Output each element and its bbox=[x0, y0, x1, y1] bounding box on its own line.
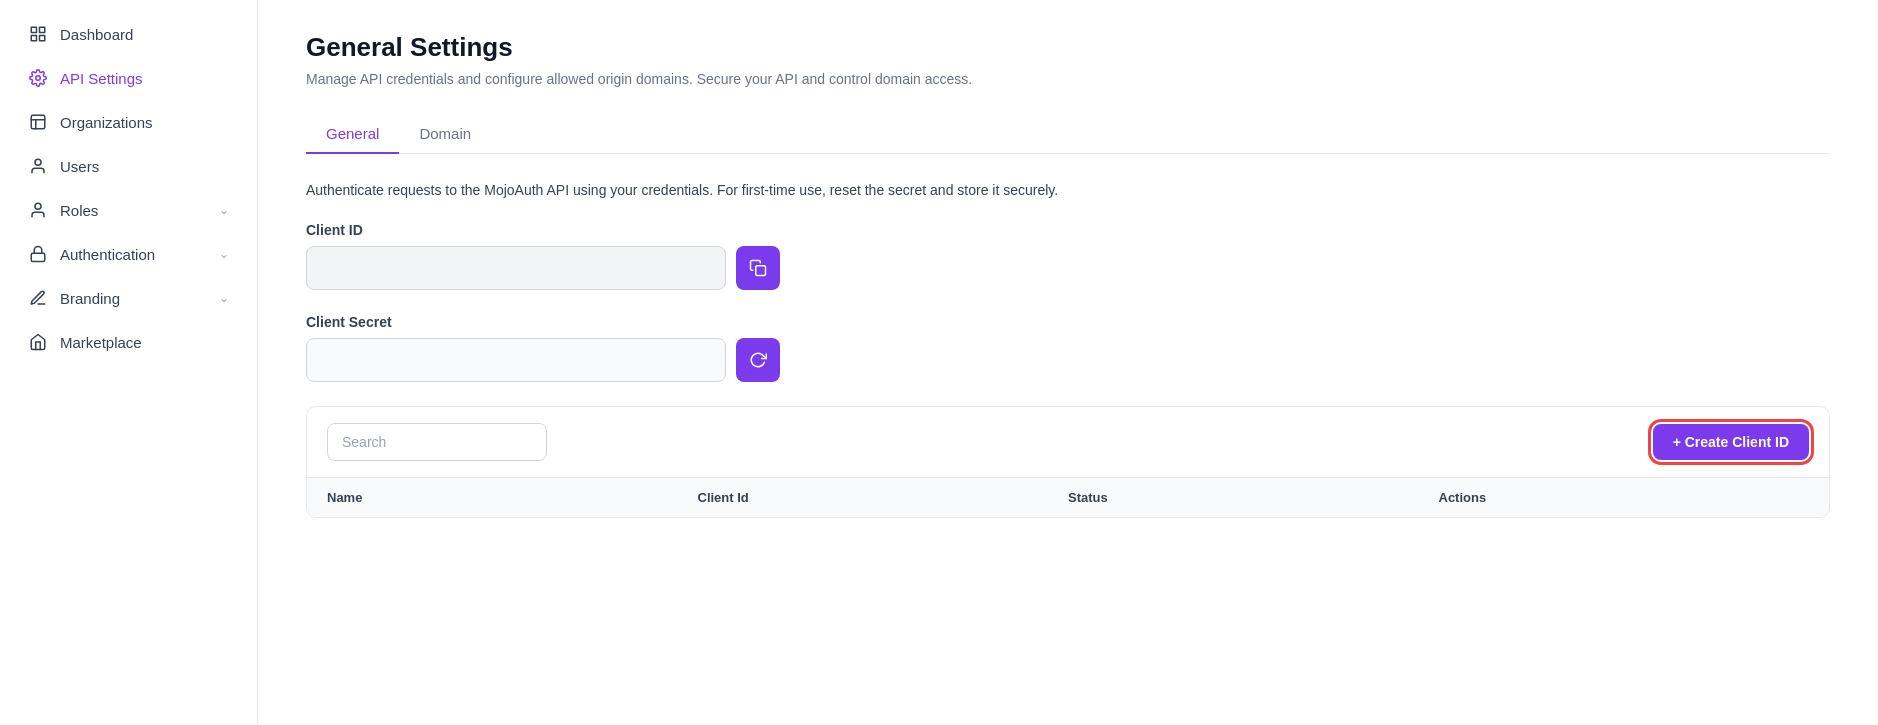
svg-rect-1 bbox=[40, 27, 45, 32]
building-icon bbox=[28, 112, 48, 132]
reset-client-secret-button[interactable] bbox=[736, 338, 780, 382]
gear-icon bbox=[28, 68, 48, 88]
sidebar-item-label: Organizations bbox=[60, 114, 153, 131]
chevron-down-icon: ⌄ bbox=[219, 203, 229, 217]
svg-rect-8 bbox=[31, 253, 45, 261]
table-col-status: Status bbox=[1068, 490, 1439, 505]
svg-point-7 bbox=[35, 203, 41, 209]
svg-rect-3 bbox=[40, 36, 45, 41]
tabs: General Domain bbox=[306, 115, 1830, 154]
sidebar-item-authentication[interactable]: Authentication ⌄ bbox=[8, 232, 249, 276]
chevron-down-icon: ⌄ bbox=[219, 291, 229, 305]
sidebar-item-branding[interactable]: Branding ⌄ bbox=[8, 276, 249, 320]
client-id-row bbox=[306, 246, 1830, 290]
svg-rect-2 bbox=[31, 36, 36, 41]
client-id-input[interactable] bbox=[306, 246, 726, 290]
sidebar-item-label: Branding bbox=[60, 290, 120, 307]
client-id-label: Client ID bbox=[306, 222, 1830, 238]
section-description: Authenticate requests to the MojoAuth AP… bbox=[306, 182, 1830, 198]
table-col-client-id: Client Id bbox=[698, 490, 1069, 505]
refresh-icon bbox=[749, 351, 767, 369]
sidebar-item-roles[interactable]: Roles ⌄ bbox=[8, 188, 249, 232]
client-secret-input[interactable]: ********************************** bbox=[306, 338, 726, 382]
table-col-name: Name bbox=[327, 490, 698, 505]
svg-point-4 bbox=[36, 76, 41, 81]
client-secret-row: ********************************** bbox=[306, 338, 1830, 382]
lock-icon bbox=[28, 244, 48, 264]
branding-icon bbox=[28, 288, 48, 308]
svg-rect-0 bbox=[31, 27, 36, 32]
chevron-down-icon: ⌄ bbox=[219, 247, 229, 261]
sidebar-item-label: Roles bbox=[60, 202, 98, 219]
sidebar-item-label: API Settings bbox=[60, 70, 143, 87]
sidebar-item-marketplace[interactable]: Marketplace bbox=[8, 320, 249, 364]
tab-general[interactable]: General bbox=[306, 115, 399, 154]
table-header: Name Client Id Status Actions bbox=[307, 477, 1829, 517]
page-subtitle: Manage API credentials and configure all… bbox=[306, 71, 1830, 87]
svg-point-6 bbox=[35, 159, 41, 165]
sidebar-item-dashboard[interactable]: Dashboard bbox=[8, 12, 249, 56]
marketplace-icon bbox=[28, 332, 48, 352]
copy-icon bbox=[749, 259, 767, 277]
table-col-actions: Actions bbox=[1439, 490, 1810, 505]
user-icon bbox=[28, 156, 48, 176]
sidebar-item-label: Authentication bbox=[60, 246, 155, 263]
tab-domain[interactable]: Domain bbox=[399, 115, 491, 154]
sidebar-item-users[interactable]: Users bbox=[8, 144, 249, 188]
copy-client-id-button[interactable] bbox=[736, 246, 780, 290]
table-toolbar: + Create Client ID bbox=[307, 407, 1829, 477]
sidebar-item-label: Dashboard bbox=[60, 26, 133, 43]
sidebar: Dashboard API Settings Organizations Use… bbox=[0, 0, 258, 725]
page-title: General Settings bbox=[306, 32, 1830, 63]
client-secret-label: Client Secret bbox=[306, 314, 1830, 330]
sidebar-item-api-settings[interactable]: API Settings bbox=[8, 56, 249, 100]
main-content: General Settings Manage API credentials … bbox=[258, 0, 1878, 725]
svg-rect-9 bbox=[756, 266, 766, 276]
dashboard-icon bbox=[28, 24, 48, 44]
search-input[interactable] bbox=[327, 423, 547, 461]
sidebar-item-label: Users bbox=[60, 158, 99, 175]
svg-rect-5 bbox=[31, 115, 45, 129]
sidebar-item-label: Marketplace bbox=[60, 334, 142, 351]
sidebar-item-organizations[interactable]: Organizations bbox=[8, 100, 249, 144]
create-client-id-button[interactable]: + Create Client ID bbox=[1653, 424, 1809, 460]
roles-icon bbox=[28, 200, 48, 220]
table-section: + Create Client ID Name Client Id Status… bbox=[306, 406, 1830, 518]
